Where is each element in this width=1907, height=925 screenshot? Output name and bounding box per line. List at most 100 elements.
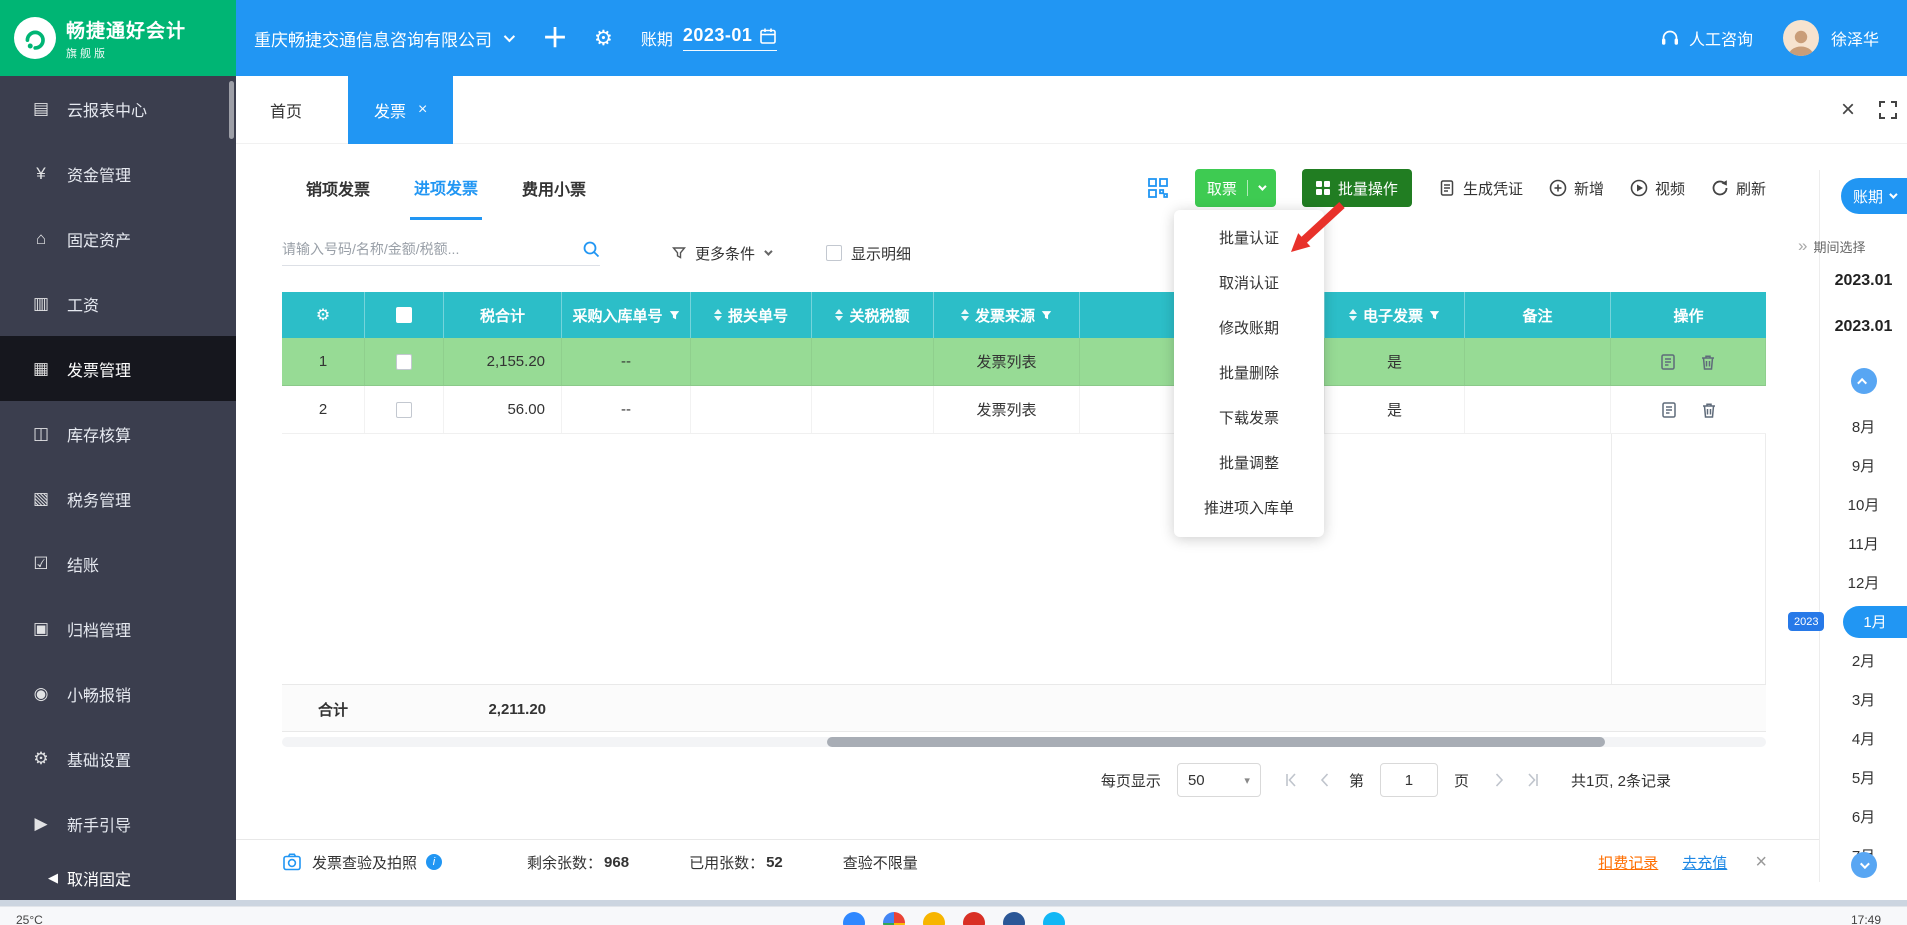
table-row[interactable]: 1 2,155.20 -- 发票列表 是 — [282, 338, 1766, 386]
month-item[interactable]: 6月 — [1820, 797, 1907, 836]
search-icon[interactable] — [582, 240, 600, 258]
sidebar-item-salary[interactable]: ▥ 工资 — [0, 271, 236, 336]
recharge-link[interactable]: 去充值 — [1682, 852, 1727, 873]
menu-item-batch-adjust[interactable]: 批量调整 — [1174, 441, 1324, 486]
month-item[interactable]: 11月 — [1820, 524, 1907, 563]
last-page-icon[interactable] — [1525, 772, 1541, 788]
close-bar-icon[interactable]: × — [1755, 851, 1767, 874]
first-page-icon[interactable] — [1283, 772, 1299, 788]
row-checkbox[interactable] — [396, 401, 412, 418]
period-start[interactable]: 2023.01 — [1820, 272, 1907, 290]
tab-invoice[interactable]: 发票 × — [348, 75, 454, 144]
sidebar-item-settings[interactable]: ⚙ 基础设置 — [0, 726, 236, 791]
row-checkbox[interactable] — [396, 353, 412, 370]
col-source[interactable]: 发票来源 — [975, 305, 1035, 326]
tab-sales-invoice[interactable]: 销项发票 — [302, 156, 374, 220]
menu-item-batch-certify[interactable]: 批量认证 — [1174, 216, 1324, 261]
prev-page-icon[interactable] — [1317, 772, 1333, 788]
taskbar-app-icon[interactable] — [1002, 912, 1025, 925]
info-icon[interactable]: i — [426, 854, 443, 870]
menu-item-download-invoice[interactable]: 下载发票 — [1174, 396, 1324, 441]
tab-purchase-invoice[interactable]: 进项发票 — [410, 156, 483, 220]
per-page-select[interactable]: 50 ▾ — [1176, 763, 1261, 797]
sidebar-scrollbar[interactable] — [229, 81, 234, 139]
support-button[interactable]: 人工咨询 — [1660, 26, 1753, 50]
user-name[interactable]: 徐泽华 — [1831, 26, 1879, 50]
col-customs-no[interactable]: 报关单号 — [728, 305, 788, 326]
period-end[interactable]: 2023.01 — [1820, 318, 1907, 336]
month-item[interactable]: 10月 — [1820, 485, 1907, 524]
sidebar-item-archive[interactable]: ▣ 归档管理 — [0, 596, 236, 661]
company-selector[interactable]: 重庆畅捷交通信息咨询有限公司 — [254, 26, 516, 51]
month-item-active[interactable]: 2023 1月 — [1788, 602, 1907, 641]
sidebar-item-fixed-assets[interactable]: ⌂ 固定资产 — [0, 206, 236, 271]
next-page-icon[interactable] — [1491, 772, 1507, 788]
page-input[interactable] — [1379, 763, 1438, 797]
month-item[interactable]: 8月 — [1820, 407, 1907, 446]
fee-record-link[interactable]: 扣费记录 — [1598, 852, 1658, 873]
view-voucher-icon[interactable] — [1660, 401, 1678, 419]
settings-gear-icon[interactable]: ⚙ — [594, 28, 613, 49]
sort-icon[interactable] — [960, 309, 969, 321]
menu-item-push-inbound[interactable]: 推进项入库单 — [1174, 486, 1324, 531]
col-tax-total[interactable]: 税合计 — [480, 305, 525, 326]
fullscreen-icon[interactable] — [1879, 101, 1897, 119]
taskbar-app-icon[interactable] — [842, 912, 865, 925]
delete-trash-icon[interactable] — [1700, 401, 1718, 419]
add-icon[interactable]: ＋ — [542, 25, 568, 51]
month-item[interactable]: 2月 — [1820, 641, 1907, 680]
taskbar-app-icon[interactable] — [882, 912, 905, 925]
month-item[interactable]: 9月 — [1820, 446, 1907, 485]
show-detail-checkbox[interactable] — [826, 245, 843, 261]
video-help-button[interactable]: 视频 — [1630, 178, 1685, 199]
period-button[interactable]: 账期 — [1841, 178, 1907, 214]
sidebar-item-report-center[interactable]: ▤ 云报表中心 — [0, 76, 236, 141]
show-detail-toggle[interactable]: 显示明细 — [826, 243, 911, 264]
refresh-button[interactable]: 刷新 — [1711, 178, 1766, 199]
add-new-button[interactable]: 新增 — [1549, 178, 1604, 199]
tab-expense-ticket[interactable]: 费用小票 — [518, 156, 590, 220]
delete-trash-icon[interactable] — [1699, 353, 1717, 371]
filter-funnel-icon[interactable] — [669, 310, 680, 321]
col-customs-tax[interactable]: 关税税额 — [849, 305, 909, 326]
weather-widget[interactable]: 25°C — [16, 913, 43, 925]
scroll-months-up-button[interactable] — [1850, 368, 1877, 394]
sort-icon[interactable] — [835, 309, 844, 321]
select-all-checkbox[interactable] — [396, 307, 412, 323]
column-settings-icon[interactable]: ⚙ — [316, 305, 330, 325]
menu-item-batch-delete[interactable]: 批量删除 — [1174, 351, 1324, 396]
col-e-invoice[interactable]: 电子发票 — [1363, 305, 1423, 326]
sidebar-item-invoice[interactable]: ▦ 发票管理 — [0, 336, 236, 401]
sidebar-item-funds[interactable]: ¥ 资金管理 — [0, 141, 236, 206]
search-input[interactable] — [282, 241, 562, 257]
avatar[interactable] — [1782, 20, 1819, 56]
col-purchase-no[interactable]: 采购入库单号 — [572, 305, 662, 326]
fetch-dropdown-caret[interactable] — [1246, 180, 1267, 196]
month-item[interactable]: 4月 — [1820, 719, 1907, 758]
menu-item-modify-period[interactable]: 修改账期 — [1174, 306, 1324, 351]
scrollbar-thumb[interactable] — [827, 737, 1605, 747]
month-item[interactable]: 12月 — [1820, 563, 1907, 602]
horizontal-scrollbar[interactable] — [282, 737, 1766, 747]
taskbar-app-icon[interactable] — [922, 912, 945, 925]
menu-item-cancel-certify[interactable]: 取消认证 — [1174, 261, 1324, 306]
tab-close-icon[interactable]: × — [418, 101, 427, 119]
table-row[interactable]: 2 56.00 -- 发票列表 是 — [282, 386, 1766, 434]
sidebar-item-guide[interactable]: ▶ 新手引导 — [0, 791, 236, 856]
collapse-panel-icon[interactable]: » — [1798, 236, 1807, 256]
month-item[interactable]: 5月 — [1820, 758, 1907, 797]
view-voucher-icon[interactable] — [1659, 353, 1677, 371]
more-conditions-button[interactable]: 更多条件 — [672, 243, 773, 264]
close-all-icon[interactable]: × — [1841, 96, 1855, 124]
sort-icon[interactable] — [713, 309, 722, 321]
month-item[interactable]: 3月 — [1820, 680, 1907, 719]
sidebar-item-tax[interactable]: ▧ 税务管理 — [0, 466, 236, 531]
fetch-invoice-button[interactable]: 取票 — [1194, 169, 1276, 207]
filter-funnel-icon[interactable] — [1429, 310, 1440, 321]
sidebar-item-reimburse[interactable]: ◉ 小畅报销 — [0, 661, 236, 726]
scroll-months-down-button[interactable] — [1850, 852, 1877, 878]
sidebar-item-closing[interactable]: ☑ 结账 — [0, 531, 236, 596]
qr-scan-icon[interactable] — [1147, 177, 1169, 199]
sort-icon[interactable] — [1348, 309, 1357, 321]
tab-home[interactable]: 首页 — [270, 98, 302, 122]
